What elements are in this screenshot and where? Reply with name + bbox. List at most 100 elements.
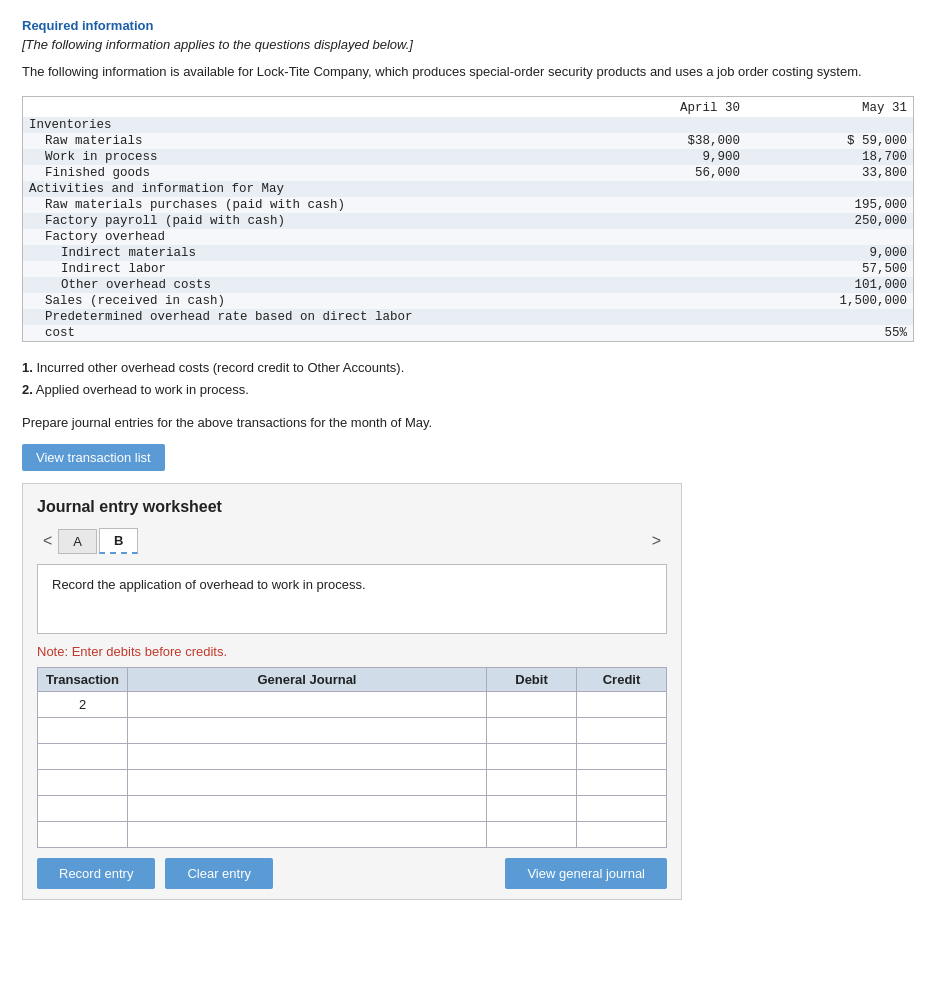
table-cell-april	[579, 277, 746, 293]
journal-transaction-cell	[38, 718, 128, 744]
table-cell-may: 101,000	[746, 277, 913, 293]
journal-general-cell[interactable]	[128, 770, 487, 796]
journal-table-row	[38, 796, 667, 822]
record-entry-button[interactable]: Record entry	[37, 858, 155, 889]
journal-credit-input[interactable]	[583, 697, 660, 712]
info-table-wrapper: April 30 May 31 InventoriesRaw materials…	[22, 96, 914, 342]
table-cell-may	[746, 181, 913, 197]
table-cell-label: Factory payroll (paid with cash)	[23, 213, 579, 229]
journal-transaction-cell: 2	[38, 692, 128, 718]
clear-entry-button[interactable]: Clear entry	[165, 858, 273, 889]
journal-general-input[interactable]	[134, 827, 480, 842]
view-transaction-button[interactable]: View transaction list	[22, 444, 165, 471]
col-credit-header: Credit	[577, 668, 667, 692]
worksheet-container: Journal entry worksheet < A B > Record t…	[22, 483, 682, 900]
action-buttons-row: Record entry Clear entry View general jo…	[37, 858, 667, 889]
col-debit-header: Debit	[487, 668, 577, 692]
journal-table-row	[38, 822, 667, 848]
table-cell-label: Indirect labor	[23, 261, 579, 277]
table-row: Indirect materials9,000	[23, 245, 913, 261]
tab-prev-button[interactable]: <	[37, 530, 58, 552]
table-row: Raw materials purchases (paid with cash)…	[23, 197, 913, 213]
journal-credit-input[interactable]	[583, 723, 660, 738]
journal-debit-input[interactable]	[493, 723, 570, 738]
journal-credit-cell[interactable]	[577, 822, 667, 848]
table-cell-may: 250,000	[746, 213, 913, 229]
table-cell-april: 9,900	[579, 149, 746, 165]
journal-credit-input[interactable]	[583, 827, 660, 842]
table-cell-april	[579, 245, 746, 261]
required-label: Required information	[22, 18, 914, 33]
table-row: Predetermined overhead rate based on dir…	[23, 309, 913, 325]
journal-general-cell[interactable]	[128, 692, 487, 718]
journal-credit-cell[interactable]	[577, 770, 667, 796]
journal-general-cell[interactable]	[128, 718, 487, 744]
tab-b-button[interactable]: B	[99, 528, 138, 554]
journal-general-cell[interactable]	[128, 744, 487, 770]
journal-credit-input[interactable]	[583, 801, 660, 816]
instruction-box: Record the application of overhead to wo…	[37, 564, 667, 634]
table-row: Raw materials$38,000$ 59,000	[23, 133, 913, 149]
journal-general-input[interactable]	[134, 749, 480, 764]
table-cell-april	[579, 197, 746, 213]
journal-transaction-cell	[38, 744, 128, 770]
journal-debit-cell[interactable]	[487, 822, 577, 848]
table-row: Factory payroll (paid with cash) 250,000	[23, 213, 913, 229]
table-cell-april: $38,000	[579, 133, 746, 149]
journal-general-input[interactable]	[134, 801, 480, 816]
table-cell-may	[746, 117, 913, 133]
journal-debit-input[interactable]	[493, 697, 570, 712]
journal-debit-input[interactable]	[493, 775, 570, 790]
journal-debit-cell[interactable]	[487, 796, 577, 822]
table-cell-label: Sales (received in cash)	[23, 293, 579, 309]
col-may-header: May 31	[746, 97, 913, 117]
view-general-journal-button[interactable]: View general journal	[505, 858, 667, 889]
journal-debit-cell[interactable]	[487, 692, 577, 718]
table-cell-may: 57,500	[746, 261, 913, 277]
journal-table-row: 2	[38, 692, 667, 718]
table-row: Finished goods56,00033,800	[23, 165, 913, 181]
table-cell-label: Inventories	[23, 117, 579, 133]
table-cell-may: 55%	[746, 325, 913, 341]
journal-debit-cell[interactable]	[487, 770, 577, 796]
journal-general-cell[interactable]	[128, 822, 487, 848]
journal-debit-input[interactable]	[493, 801, 570, 816]
description-text: The following information is available f…	[22, 62, 914, 82]
table-row: Activities and information for May	[23, 181, 913, 197]
note-text: Note: Enter debits before credits.	[37, 644, 667, 659]
journal-credit-input[interactable]	[583, 775, 660, 790]
journal-general-input[interactable]	[134, 775, 480, 790]
journal-debit-cell[interactable]	[487, 718, 577, 744]
tab-a-button[interactable]: A	[58, 529, 97, 554]
journal-general-input[interactable]	[134, 723, 480, 738]
journal-transaction-cell	[38, 796, 128, 822]
page-wrapper: Required information [The following info…	[0, 0, 936, 1003]
table-row: Factory overhead	[23, 229, 913, 245]
table-cell-label: Raw materials	[23, 133, 579, 149]
table-cell-label: Raw materials purchases (paid with cash)	[23, 197, 579, 213]
journal-debit-cell[interactable]	[487, 744, 577, 770]
journal-general-input[interactable]	[134, 697, 480, 712]
journal-credit-cell[interactable]	[577, 744, 667, 770]
table-cell-april	[579, 293, 746, 309]
journal-credit-input[interactable]	[583, 749, 660, 764]
question-2: 2. Applied overhead to work in process.	[22, 380, 914, 401]
journal-credit-cell[interactable]	[577, 718, 667, 744]
table-cell-label: Activities and information for May	[23, 181, 579, 197]
question-1: 1. Incurred other overhead costs (record…	[22, 358, 914, 379]
col-transaction-header: Transaction	[38, 668, 128, 692]
journal-credit-cell[interactable]	[577, 796, 667, 822]
table-row: Indirect labor 57,500	[23, 261, 913, 277]
table-cell-may	[746, 309, 913, 325]
table-cell-label: Work in process	[23, 149, 579, 165]
table-cell-may: 195,000	[746, 197, 913, 213]
tab-next-button[interactable]: >	[646, 530, 667, 552]
table-cell-may: 9,000	[746, 245, 913, 261]
journal-debit-input[interactable]	[493, 827, 570, 842]
journal-general-cell[interactable]	[128, 796, 487, 822]
table-cell-may: 1,500,000	[746, 293, 913, 309]
journal-table-row	[38, 770, 667, 796]
journal-debit-input[interactable]	[493, 749, 570, 764]
prepare-text: Prepare journal entries for the above tr…	[22, 415, 914, 430]
journal-credit-cell[interactable]	[577, 692, 667, 718]
